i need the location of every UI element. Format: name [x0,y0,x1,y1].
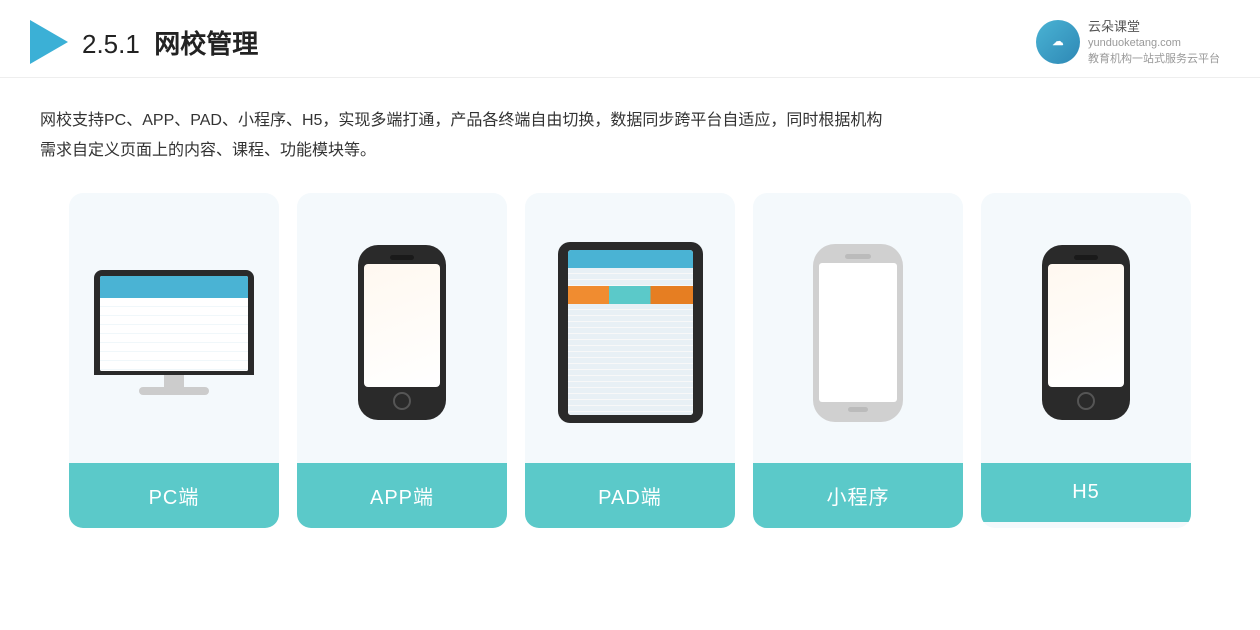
phone-notch-app [390,255,414,260]
phone-mini-screen [819,263,897,402]
card-pc-image [69,193,279,463]
phone-notch-h5 [1074,255,1098,260]
card-h5-image [981,193,1191,463]
phone-mockup-mini [813,244,903,422]
brand-text: 云朵课堂 yunduoketang.com 教育机构一站式服务云平台 [1088,18,1220,67]
monitor-base [139,387,209,395]
phone-mockup-app [358,245,446,420]
card-pad-image [525,193,735,463]
brand-site: yunduoketang.com [1088,36,1220,51]
monitor-neck [164,375,184,387]
phone-screen-app [364,264,440,387]
description-line1: 网校支持PC、APP、PAD、小程序、H5，实现多端打通，产品各终端自由切换，数… [40,106,1220,136]
brand-tagline: 教育机构一站式服务云平台 [1088,52,1220,67]
description-line2: 需求自定义页面上的内容、课程、功能模块等。 [40,136,1220,166]
phone-home-btn-h5 [1077,392,1095,410]
screen-overlay [100,276,248,371]
monitor-screen [100,276,248,371]
header-left: 2.5.1 网校管理 [30,20,258,64]
card-app-label: APP端 [297,463,507,528]
monitor-screen-content [100,276,248,371]
card-pc: PC端 [69,193,279,528]
section-number: 2.5.1 [82,29,140,59]
card-app-image [297,193,507,463]
platform-cards: PC端 APP端 [0,183,1260,548]
page-header: 2.5.1 网校管理 ☁ 云朵课堂 yunduoketang.com 教育机构一… [0,0,1260,78]
tablet-outer [558,242,703,423]
description-block: 网校支持PC、APP、PAD、小程序、H5，实现多端打通，产品各终端自由切换，数… [0,78,1260,183]
title-text: 网校管理 [154,29,258,59]
phone-mini-outer [813,244,903,422]
card-pad: PAD端 [525,193,735,528]
card-mini-label: 小程序 [753,463,963,528]
monitor-mockup [94,270,254,395]
phone-screen-h5 [1048,264,1124,387]
brand-logo: ☁ 云朵课堂 yunduoketang.com 教育机构一站式服务云平台 [1036,18,1220,67]
card-mini-image [753,193,963,463]
brand-triangle-icon [30,20,68,64]
card-pad-label: PAD端 [525,463,735,528]
brand-icon: ☁ [1036,20,1080,64]
phone-outer-h5 [1042,245,1130,420]
phone-mini-notch [845,254,871,259]
phone-mini-btn [848,407,868,412]
tablet-mockup [558,242,703,423]
card-h5: H5 [981,193,1191,528]
brand-name: 云朵课堂 [1088,18,1220,36]
phone-home-btn-app [393,392,411,410]
card-pc-label: PC端 [69,463,279,528]
tablet-screen [568,250,693,415]
card-mini: 小程序 [753,193,963,528]
phone-outer-app [358,245,446,420]
page-title: 2.5.1 网校管理 [82,24,258,61]
card-app: APP端 [297,193,507,528]
phone-mockup-h5 [1042,245,1130,420]
monitor-outer [94,270,254,375]
tablet-screen-content [568,250,693,415]
card-h5-label: H5 [981,463,1191,522]
